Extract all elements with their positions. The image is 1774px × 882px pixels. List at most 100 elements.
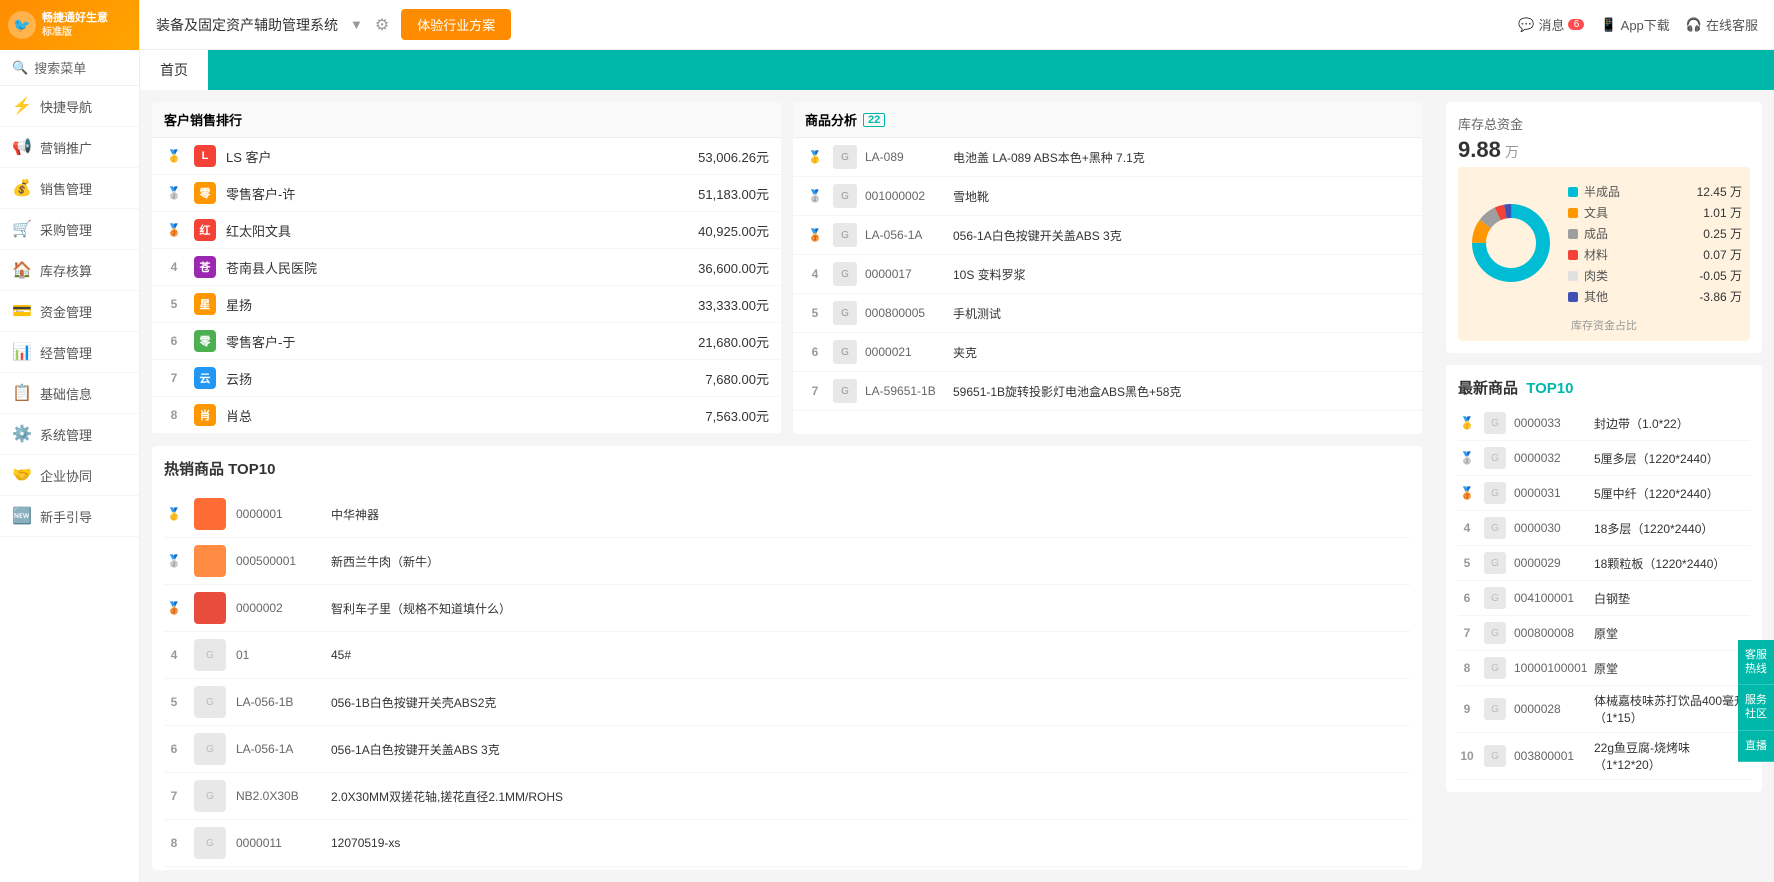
hot-rank-number: 🥉: [164, 601, 184, 615]
hot-sales-panel: 热销商品 TOP10 🥇 0000001 中华神器 🥈 000500001 新西…: [152, 446, 1422, 870]
sidebar-icon-collab: 🤝: [12, 465, 32, 485]
hot-product-code: 0000001: [236, 507, 321, 521]
product-rank-number: 6: [805, 345, 825, 359]
new-product-rank: 🥈: [1458, 451, 1476, 465]
trial-button[interactable]: 体验行业方案: [401, 9, 511, 40]
logo-text: 畅捷通好生意 标准版: [42, 11, 108, 38]
legend-item: 文具 1.01 万: [1568, 204, 1742, 221]
new-product-name: 5厘中纤（1220*2440）: [1594, 485, 1750, 502]
customer-badge: 肖: [194, 404, 216, 426]
hot-product-code: LA-056-1A: [236, 742, 321, 756]
sidebar-label-operations: 经营管理: [40, 343, 92, 362]
hot-product-code: 0000011: [236, 836, 321, 850]
product-icon: G: [833, 340, 857, 364]
message-badge: 6: [1568, 19, 1584, 30]
product-icon: G: [833, 145, 857, 169]
legend-name: 其他: [1584, 288, 1693, 305]
product-analysis-panel: 商品分析 22 🥇 G LA-089 电池盖 LA-089 ABS本色+黑种 7…: [793, 102, 1422, 434]
product-name: 夹克: [953, 344, 1410, 361]
rank-number: 4: [164, 260, 184, 274]
customer-name: 肖总: [226, 406, 695, 425]
product-code: 000800005: [865, 306, 945, 320]
mobile-icon: 📱: [1600, 17, 1616, 33]
new-product-icon: G: [1484, 657, 1506, 679]
customer-name: 苍南县人民医院: [226, 258, 688, 277]
tab-home[interactable]: 首页: [140, 50, 208, 90]
new-product-item: 9 G 0000028 体械嘉枝味苏打饮品400毫升（1*15）: [1458, 686, 1750, 733]
sidebar-item-purchase[interactable]: 🛒采购管理: [0, 209, 139, 250]
hot-rank-number: 7: [164, 789, 184, 803]
sidebar-item-inventory[interactable]: 🏠库存核算: [0, 250, 139, 291]
new-product-rank: 8: [1458, 661, 1476, 675]
sidebar-label-system: 系统管理: [40, 425, 92, 444]
hot-sales-item: 4 G 01 45#: [164, 632, 1410, 679]
sidebar-item-operations[interactable]: 📊 经营管理: [0, 332, 139, 373]
product-icon: G: [833, 301, 857, 325]
legend-item: 其他 -3.86 万: [1568, 288, 1742, 305]
product-name: 056-1A白色按键开关盖ABS 3克: [953, 227, 1410, 244]
search-menu[interactable]: 🔍 搜索菜单: [0, 50, 139, 86]
customer-amount: 53,006.26元: [698, 147, 769, 166]
legend-name: 半成品: [1584, 183, 1691, 200]
customer-amount: 7,680.00元: [705, 369, 769, 388]
hot-sales-item: 🥉 0000002 智利车子里（规格不知道填什么）: [164, 585, 1410, 632]
float-button[interactable]: 服务 社区: [1738, 685, 1774, 731]
product-rank-row: 7 G LA-59651-1B 59651-1B旋转投影灯电池盒ABS黑色+58…: [793, 372, 1422, 411]
new-product-name: 白钢垫: [1594, 590, 1750, 607]
new-product-rank: 9: [1458, 702, 1476, 716]
new-product-name: 5厘多层（1220*2440）: [1594, 450, 1750, 467]
customer-rank-row: 7 云 云扬 7,680.00元: [152, 360, 781, 397]
new-product-rank: 6: [1458, 591, 1476, 605]
sidebar-item-quick-nav[interactable]: ⚡快捷导航: [0, 86, 139, 127]
content-main: 客户销售排行 🥇 L LS 客户 53,006.26元 🥈 零 零售客户-许 5…: [140, 90, 1434, 882]
online-service-btn[interactable]: 🎧 在线客服: [1686, 15, 1758, 34]
sidebar-item-system[interactable]: ⚙️系统管理: [0, 414, 139, 455]
product-icon: G: [833, 184, 857, 208]
legend-value: 12.45 万: [1697, 183, 1742, 200]
legend-color-dot: [1568, 229, 1578, 239]
float-button[interactable]: 客服 热线: [1738, 640, 1774, 686]
sidebar-icon-inventory: 🏠: [12, 260, 32, 280]
product-rank-row: 6 G 0000021 夹克: [793, 333, 1422, 372]
settings-icon[interactable]: ⚙: [375, 15, 389, 35]
legend-item: 成品 0.25 万: [1568, 225, 1742, 242]
rank-number: 🥉: [164, 223, 184, 237]
legend-value: 0.07 万: [1703, 246, 1742, 263]
float-button[interactable]: 直播: [1738, 731, 1774, 762]
sidebar-item-collab[interactable]: 🤝企业协同: [0, 455, 139, 496]
rank-number: 5: [164, 297, 184, 311]
float-buttons: 客服 热线服务 社区直播: [1738, 640, 1774, 762]
customer-badge: 零: [194, 182, 216, 204]
customer-amount: 40,925.00元: [698, 221, 769, 240]
new-product-rank: 4: [1458, 521, 1476, 535]
new-product-name: 原堂: [1594, 660, 1750, 677]
customer-rank-row: 8 肖 肖总 7,563.00元: [152, 397, 781, 434]
dropdown-arrow-icon[interactable]: ▼: [350, 17, 363, 32]
hot-sales-item: 🥈 000500001 新西兰牛肉（新牛）: [164, 538, 1410, 585]
customer-ranking-title: 客户销售排行: [164, 110, 242, 129]
customer-ranking-panel: 客户销售排行 🥇 L LS 客户 53,006.26元 🥈 零 零售客户-许 5…: [152, 102, 781, 434]
new-product-code: 004100001: [1514, 591, 1586, 605]
message-btn[interactable]: 💬 消息 6: [1518, 15, 1584, 34]
sidebar-label-guide: 新手引导: [40, 507, 92, 526]
new-product-code: 0000030: [1514, 521, 1586, 535]
customer-name: 零售客户-许: [226, 184, 688, 203]
sidebar-item-marketing[interactable]: 📢营销推广: [0, 127, 139, 168]
sidebar-item-guide[interactable]: 🆕新手引导: [0, 496, 139, 537]
new-product-icon: G: [1484, 447, 1506, 469]
customer-list: 🥇 L LS 客户 53,006.26元 🥈 零 零售客户-许 51,183.0…: [152, 138, 781, 434]
new-product-icon: G: [1484, 517, 1506, 539]
sidebar-label-sales: 销售管理: [40, 179, 92, 198]
sidebar-icon-operations: 📊: [12, 342, 32, 362]
app-download-btn[interactable]: 📱 App下载: [1600, 15, 1669, 34]
product-name: 10S 变料罗浆: [953, 266, 1410, 283]
sidebar-item-finance[interactable]: 💳资金管理: [0, 291, 139, 332]
sidebar-item-basic[interactable]: 📋基础信息: [0, 373, 139, 414]
customer-name: LS 客户: [226, 147, 688, 166]
sidebar-item-sales[interactable]: 💰销售管理: [0, 168, 139, 209]
product-icon: G: [833, 379, 857, 403]
legend-color-dot: [1568, 292, 1578, 302]
hot-product-code: 0000002: [236, 601, 321, 615]
customer-name: 云扬: [226, 369, 695, 388]
new-product-code: 0000028: [1514, 702, 1586, 716]
